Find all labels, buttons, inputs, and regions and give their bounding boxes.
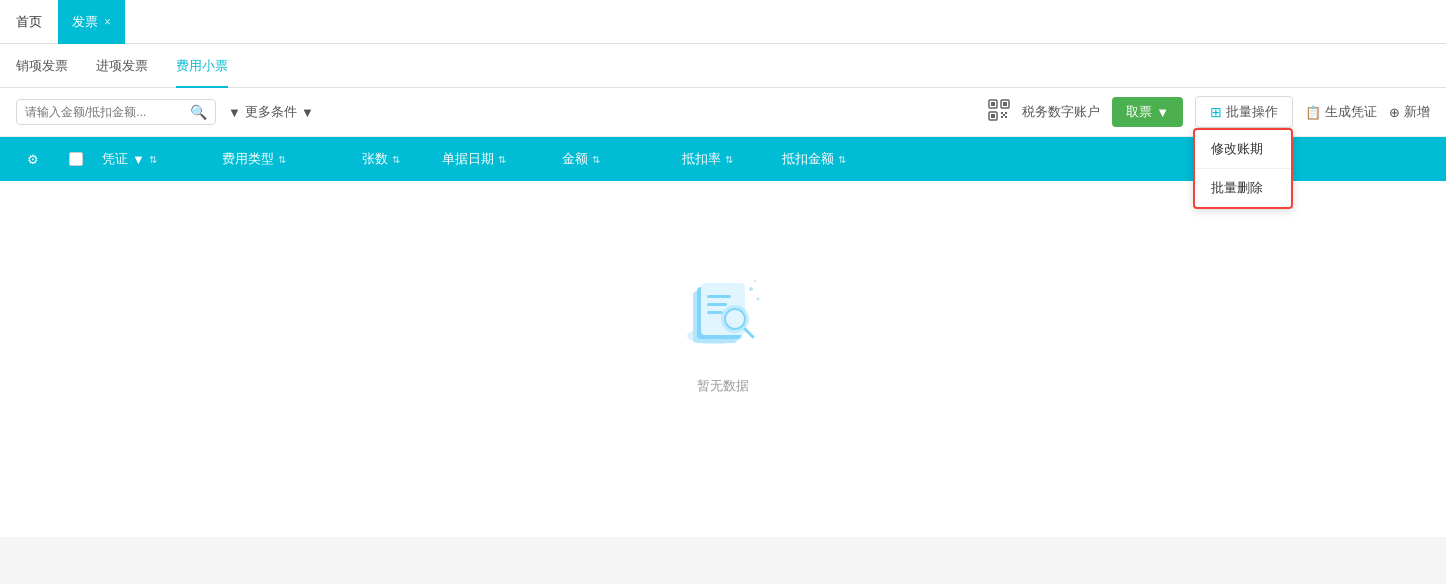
voucher-icon: 📋	[1305, 105, 1321, 120]
th-date: 单据日期 ⇅	[434, 150, 554, 168]
search-icon: 🔍	[190, 104, 207, 120]
svg-rect-8	[1001, 116, 1003, 118]
new-button[interactable]: ⊕ 新增	[1389, 103, 1430, 121]
th-expense-type-label: 费用类型	[222, 150, 274, 168]
search-input[interactable]	[25, 105, 184, 119]
svg-point-21	[749, 287, 753, 291]
th-voucher-filter-icon[interactable]: ▼	[132, 152, 145, 167]
th-checkbox	[58, 152, 94, 166]
batch-label: 批量操作	[1226, 103, 1278, 121]
empty-text: 暂无数据	[697, 377, 749, 395]
qupi-button[interactable]: 取票 ▼	[1112, 97, 1183, 127]
th-amount: 金额 ⇅	[554, 150, 674, 168]
th-count: 张数 ⇅	[354, 150, 434, 168]
generate-voucher-button[interactable]: 📋 生成凭证	[1305, 103, 1377, 121]
svg-rect-17	[707, 311, 723, 314]
svg-rect-1	[991, 102, 995, 106]
th-voucher-label: 凭证	[102, 150, 128, 168]
th-tax-rate-sort-icon[interactable]: ⇅	[725, 154, 733, 165]
batch-wrapper: ⊞ 批量操作 修改账期 批量删除	[1195, 96, 1293, 128]
qupi-chevron-icon: ▼	[1156, 105, 1169, 120]
invoice-tab-label: 发票	[72, 13, 98, 31]
svg-rect-7	[1005, 112, 1007, 114]
modify-period-item[interactable]: 修改账期	[1195, 130, 1291, 168]
th-tax-rate-label: 抵扣率	[682, 150, 721, 168]
qr-code-button[interactable]	[988, 99, 1010, 126]
th-expense-type-sort-icon[interactable]: ⇅	[278, 154, 286, 165]
svg-rect-9	[1005, 116, 1007, 118]
filter-icon: ▼	[228, 105, 241, 120]
svg-rect-5	[991, 114, 995, 118]
filter-button[interactable]: ▼ 更多条件 ▼	[228, 103, 314, 121]
filter-label: 更多条件	[245, 103, 297, 121]
th-gear: ⚙	[8, 152, 58, 167]
tab-close-button[interactable]: ×	[104, 15, 111, 29]
batch-operation-button[interactable]: ⊞ 批量操作	[1195, 96, 1293, 128]
th-date-label: 单据日期	[442, 150, 494, 168]
home-link[interactable]: 首页	[0, 13, 58, 31]
sub-nav-item-purchase[interactable]: 进项发票	[96, 44, 148, 88]
toolbar-right: 税务数字账户 取票 ▼ ⊞ 批量操作 修改账期 批量删除 📋 生成凭证 ⊕ 新增	[988, 96, 1430, 128]
filter-chevron-icon: ▼	[301, 105, 314, 120]
sub-nav: 销项发票 进项发票 费用小票	[0, 44, 1446, 88]
new-label: 新增	[1404, 103, 1430, 121]
sub-nav-item-sales[interactable]: 销项发票	[16, 44, 68, 88]
gear-icon[interactable]: ⚙	[27, 152, 39, 167]
th-deduct-amount-sort-icon[interactable]: ⇅	[838, 154, 846, 165]
batch-dropdown-menu: 修改账期 批量删除	[1193, 128, 1293, 209]
th-count-sort-icon[interactable]: ⇅	[392, 154, 400, 165]
qupi-label: 取票	[1126, 103, 1152, 121]
svg-line-20	[745, 329, 753, 337]
svg-point-22	[757, 298, 760, 301]
sub-nav-item-expense[interactable]: 费用小票	[176, 44, 228, 88]
svg-rect-6	[1001, 112, 1003, 114]
empty-illustration	[673, 261, 773, 361]
svg-rect-16	[707, 303, 727, 306]
select-all-checkbox[interactable]	[69, 152, 83, 166]
toolbar: 🔍 ▼ 更多条件 ▼ 税务数字账户 取票 ▼	[0, 88, 1446, 137]
top-nav: 首页 发票 ×	[0, 0, 1446, 44]
invoice-tab[interactable]: 发票 ×	[58, 0, 125, 44]
th-voucher: 凭证 ▼ ⇅	[94, 150, 214, 168]
new-icon: ⊕	[1389, 105, 1400, 120]
th-amount-label: 金额	[562, 150, 588, 168]
svg-point-19	[725, 309, 745, 329]
th-tax-rate: 抵扣率 ⇅	[674, 150, 774, 168]
th-voucher-sort-icon[interactable]: ⇅	[149, 154, 157, 165]
th-expense-type: 费用类型 ⇅	[214, 150, 354, 168]
empty-state: 暂无数据	[0, 181, 1446, 475]
svg-rect-15	[707, 295, 731, 298]
svg-rect-3	[1003, 102, 1007, 106]
th-amount-sort-icon[interactable]: ⇅	[592, 154, 600, 165]
th-deduct-amount-label: 抵扣金额	[782, 150, 834, 168]
search-box[interactable]: 🔍	[16, 99, 216, 125]
svg-point-23	[754, 280, 756, 282]
batch-delete-item[interactable]: 批量删除	[1195, 168, 1291, 207]
tax-account-button[interactable]: 税务数字账户	[1022, 103, 1100, 121]
batch-icon: ⊞	[1210, 104, 1222, 120]
th-date-sort-icon[interactable]: ⇅	[498, 154, 506, 165]
voucher-label: 生成凭证	[1325, 103, 1377, 121]
th-count-label: 张数	[362, 150, 388, 168]
th-deduct-amount: 抵扣金额 ⇅	[774, 150, 1438, 168]
svg-rect-10	[1003, 114, 1005, 116]
